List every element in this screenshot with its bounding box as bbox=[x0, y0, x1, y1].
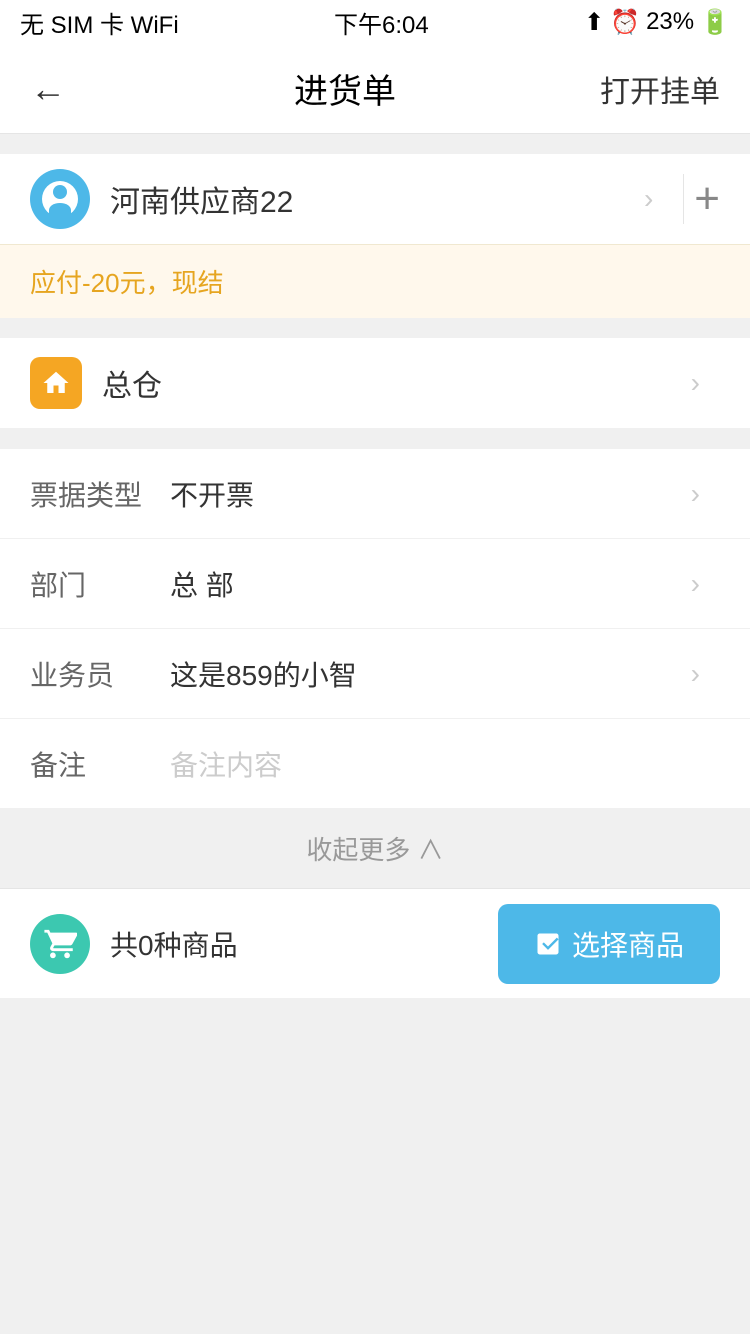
collapse-label: 收起更多 ∧ bbox=[306, 830, 443, 867]
invoice-row[interactable]: 票据类型 不开票 › bbox=[0, 448, 750, 538]
section-gap-3 bbox=[0, 428, 750, 448]
salesperson-label: 业务员 bbox=[30, 654, 150, 694]
page-title: 进货单 bbox=[294, 64, 396, 113]
invoice-label: 票据类型 bbox=[30, 474, 150, 514]
select-product-label: 选择商品 bbox=[572, 924, 684, 964]
remark-row[interactable]: 备注 备注内容 bbox=[0, 718, 750, 808]
bottom-bar: 共0种商品 选择商品 bbox=[0, 888, 750, 998]
product-icon bbox=[30, 914, 90, 974]
alarm-icon: ⏰ bbox=[610, 8, 640, 37]
remark-label: 备注 bbox=[30, 744, 150, 784]
form-section: 票据类型 不开票 › 部门 总 部 › 业务员 这是859的小智 › 备注 备注… bbox=[0, 448, 750, 808]
salesperson-row[interactable]: 业务员 这是859的小智 › bbox=[0, 628, 750, 718]
chevron-right-icon-3: › bbox=[691, 478, 700, 510]
salesperson-value: 这是859的小智 bbox=[150, 654, 691, 694]
notice-bar: 应付-20元，现结 bbox=[0, 244, 750, 318]
status-left: 无 SIM 卡 WiFi bbox=[20, 5, 179, 40]
chevron-right-icon-2: › bbox=[691, 367, 700, 399]
chevron-right-icon-5: › bbox=[691, 658, 700, 690]
department-row[interactable]: 部门 总 部 › bbox=[0, 538, 750, 628]
select-icon bbox=[534, 930, 562, 958]
status-right: ⬆ ⏰ 23% 🔋 bbox=[584, 8, 730, 37]
nav-bar: ← 进货单 打开挂单 bbox=[0, 44, 750, 134]
department-label: 部门 bbox=[30, 564, 150, 604]
location-icon: ⬆ bbox=[584, 8, 604, 37]
add-button[interactable]: + bbox=[694, 174, 720, 224]
signal-text: 无 SIM 卡 WiFi bbox=[20, 5, 179, 40]
chevron-right-icon-4: › bbox=[691, 568, 700, 600]
section-gap-1 bbox=[0, 134, 750, 154]
warehouse-row[interactable]: 总仓 › bbox=[0, 338, 750, 428]
battery-text: 23% bbox=[646, 8, 694, 36]
open-pending-button[interactable]: 打开挂单 bbox=[600, 67, 720, 111]
supplier-row[interactable]: 河南供应商22 › + bbox=[0, 154, 750, 244]
section-gap-2 bbox=[0, 318, 750, 338]
avatar-icon bbox=[42, 181, 78, 217]
cart-icon bbox=[43, 927, 77, 961]
divider bbox=[683, 174, 684, 224]
warehouse-icon bbox=[30, 357, 82, 409]
invoice-value: 不开票 bbox=[150, 474, 691, 514]
chevron-right-icon: › bbox=[644, 183, 653, 215]
select-product-button[interactable]: 选择商品 bbox=[498, 904, 720, 984]
gray-bottom bbox=[0, 998, 750, 1298]
collapse-button[interactable]: 收起更多 ∧ bbox=[0, 808, 750, 888]
warehouse-name: 总仓 bbox=[102, 361, 691, 405]
supplier-section: 河南供应商22 › + 应付-20元，现结 bbox=[0, 154, 750, 318]
back-button[interactable]: ← bbox=[30, 68, 90, 110]
supplier-name: 河南供应商22 bbox=[110, 177, 644, 221]
status-time: 下午6:04 bbox=[334, 5, 429, 40]
supplier-avatar bbox=[30, 169, 90, 229]
product-count: 共0种商品 bbox=[110, 924, 498, 964]
remark-input[interactable]: 备注内容 bbox=[150, 744, 720, 784]
status-bar: 无 SIM 卡 WiFi 下午6:04 ⬆ ⏰ 23% 🔋 bbox=[0, 0, 750, 44]
warehouse-svg bbox=[41, 368, 71, 398]
battery-icon: 🔋 bbox=[700, 8, 730, 37]
department-value: 总 部 bbox=[150, 564, 691, 604]
